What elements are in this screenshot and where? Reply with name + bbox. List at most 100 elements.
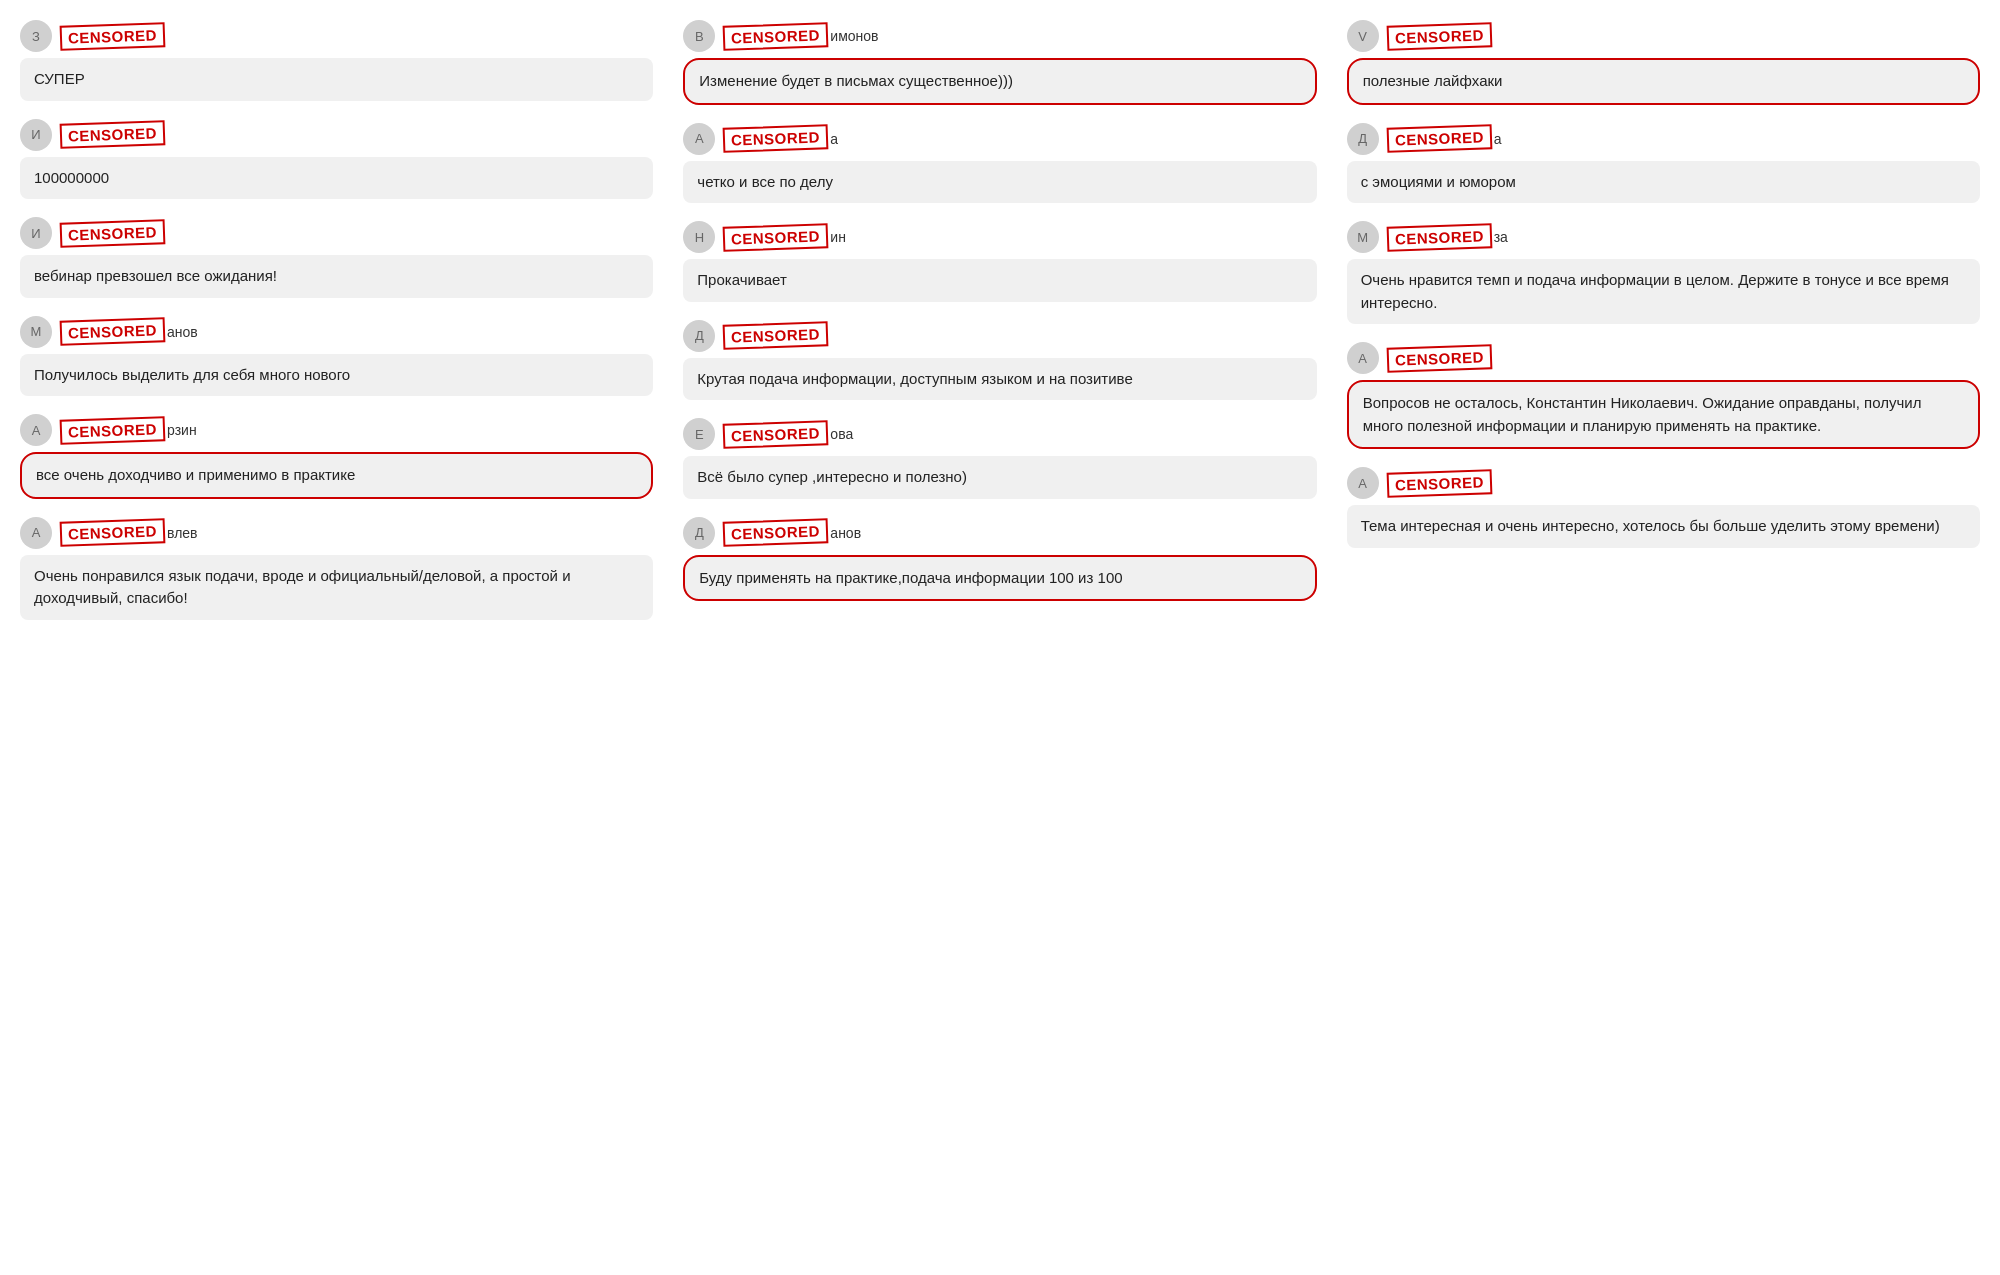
review-bubble: Очень понравился язык подачи, вроде и оф…	[20, 555, 653, 620]
review-name: CENSORED	[60, 221, 165, 246]
review-name: CENSORED	[60, 24, 165, 49]
review-bubble: Крутая подача информации, доступным язык…	[683, 358, 1316, 401]
review-name: CENSORED	[1387, 24, 1492, 49]
name-suffix: а	[1494, 131, 1502, 147]
review-name: CENSOREDа	[723, 126, 838, 151]
review-bubble: все очень доходчиво и применимо в практи…	[20, 452, 653, 499]
review-name: CENSOREDова	[723, 422, 853, 447]
review-name: CENSOREDза	[1387, 225, 1508, 250]
review-header: V CENSORED	[1347, 20, 1980, 52]
review-name: CENSOREDвлев	[60, 520, 198, 545]
censored-badge: CENSORED	[60, 518, 166, 547]
review-bubble: Изменение будет в письмах существенное))…	[683, 58, 1316, 105]
review-item: МCENSOREDзаОчень нравится темп и подача …	[1347, 221, 1980, 324]
review-header: А CENSORED	[1347, 342, 1980, 374]
review-bubble: полезные лайфхаки	[1347, 58, 1980, 105]
name-suffix: а	[830, 131, 838, 147]
avatar: А	[1347, 342, 1379, 374]
review-item: Д CENSOREDанов Буду применять на практике,…	[683, 517, 1316, 602]
review-header: ИCENSORED	[20, 217, 653, 249]
avatar: В	[683, 20, 715, 52]
review-item: Н CENSOREDин Прокачивает	[683, 221, 1316, 302]
avatar: Н	[683, 221, 715, 253]
censored-badge: CENSORED	[1386, 223, 1492, 252]
review-item: Д CENSORED Крутая подача информации, досту…	[683, 320, 1316, 401]
review-bubble: 100000000	[20, 157, 653, 200]
censored-badge: CENSORED	[60, 22, 166, 51]
name-suffix: ин	[830, 229, 846, 245]
censored-badge: CENSORED	[60, 219, 166, 248]
review-name: CENSOREDин	[723, 225, 846, 250]
review-header: ДCENSOREDа	[1347, 123, 1980, 155]
name-suffix: имонов	[830, 28, 878, 44]
review-header: АCENSOREDа	[683, 123, 1316, 155]
review-bubble: СУПЕР	[20, 58, 653, 101]
censored-badge: CENSORED	[1386, 124, 1492, 153]
column-1: ВCENSOREDимоновИзменение будет в письмах…	[683, 20, 1316, 601]
avatar: А	[20, 517, 52, 549]
censored-badge: CENSORED	[723, 22, 829, 51]
name-suffix: анов	[830, 525, 861, 541]
name-suffix: за	[1494, 229, 1508, 245]
review-item: А CENSORED Тема интересная и очень интерес…	[1347, 467, 1980, 548]
censored-badge: CENSORED	[60, 120, 166, 149]
review-bubble: Тема интересная и очень интересно, хотел…	[1347, 505, 1980, 548]
column-2: VCENSOREDполезные лайфхакиДCENSOREDас эм…	[1347, 20, 1980, 548]
review-header: Н CENSOREDин	[683, 221, 1316, 253]
review-header: И CENSORED	[20, 119, 653, 151]
avatar: Д	[1347, 123, 1379, 155]
review-bubble: Прокачивает	[683, 259, 1316, 302]
review-item: З CENSORED СУПЕР	[20, 20, 653, 101]
review-name: CENSORED	[60, 122, 165, 147]
censored-badge: CENSORED	[723, 124, 829, 153]
review-item: В CENSOREDимонов Изменение будет в письмах…	[683, 20, 1316, 105]
review-name: CENSOREDрзин	[60, 418, 197, 443]
review-bubble: вебинар превзошел все ожидания!	[20, 255, 653, 298]
avatar: А	[1347, 467, 1379, 499]
censored-badge: CENSORED	[723, 223, 829, 252]
review-item: ЕCENSOREDоваВсё было супер ,интересно и …	[683, 418, 1316, 499]
avatar: Д	[683, 320, 715, 352]
review-item: А CENSORED Вопросов не осталось, Константи…	[1347, 342, 1980, 449]
review-header: З CENSORED	[20, 20, 653, 52]
review-item: И CENSORED 100000000	[20, 119, 653, 200]
review-bubble: Буду применять на практике,подача информ…	[683, 555, 1316, 602]
avatar: V	[1347, 20, 1379, 52]
review-bubble: Всё было супер ,интересно и полезно)	[683, 456, 1316, 499]
censored-badge: CENSORED	[1386, 469, 1492, 498]
review-header: МCENSOREDза	[1347, 221, 1980, 253]
review-item: АCENSOREDачетко и все по делу	[683, 123, 1316, 204]
review-item: АCENSOREDрзин все очень доходчиво и приме…	[20, 414, 653, 499]
censored-badge: CENSORED	[60, 416, 166, 445]
review-name: CENSOREDанов	[60, 319, 198, 344]
avatar: З	[20, 20, 52, 52]
column-0: З CENSORED СУПЕР И CENSORED 100000000И CENSORE…	[20, 20, 653, 620]
censored-badge: CENSORED	[723, 420, 829, 449]
review-header: АCENSOREDрзин	[20, 414, 653, 446]
censored-badge: CENSORED	[723, 321, 829, 350]
name-suffix: влев	[167, 525, 198, 541]
avatar: М	[1347, 221, 1379, 253]
review-header: Д CENSOREDанов	[683, 517, 1316, 549]
review-item: ДCENSOREDас эмоциями и юмором	[1347, 123, 1980, 204]
review-name: CENSOREDанов	[723, 520, 861, 545]
avatar: И	[20, 119, 52, 151]
censored-badge: CENSORED	[60, 317, 166, 346]
censored-badge: CENSORED	[723, 518, 829, 547]
review-header: А CENSORED	[1347, 467, 1980, 499]
avatar: Д	[683, 517, 715, 549]
review-header: В CENSOREDимонов	[683, 20, 1316, 52]
review-item: V CENSORED полезные лайфхаки	[1347, 20, 1980, 105]
review-item: МCENSOREDановПолучилось выделить для себ…	[20, 316, 653, 397]
review-item: А CENSOREDвлев Очень понравился язык подач…	[20, 517, 653, 620]
review-bubble: Вопросов не осталось, Константин Николае…	[1347, 380, 1980, 449]
review-bubble: Очень нравится темп и подача информации …	[1347, 259, 1980, 324]
censored-badge: CENSORED	[1386, 344, 1492, 373]
review-name: CENSORED	[723, 323, 828, 348]
review-name: CENSORED	[1387, 346, 1492, 371]
name-suffix: анов	[167, 324, 198, 340]
review-name: CENSOREDа	[1387, 126, 1502, 151]
review-header: МCENSOREDанов	[20, 316, 653, 348]
reviews-container: З CENSORED СУПЕР И CENSORED 100000000И CENSORE…	[20, 20, 1980, 620]
review-name: CENSORED	[1387, 471, 1492, 496]
